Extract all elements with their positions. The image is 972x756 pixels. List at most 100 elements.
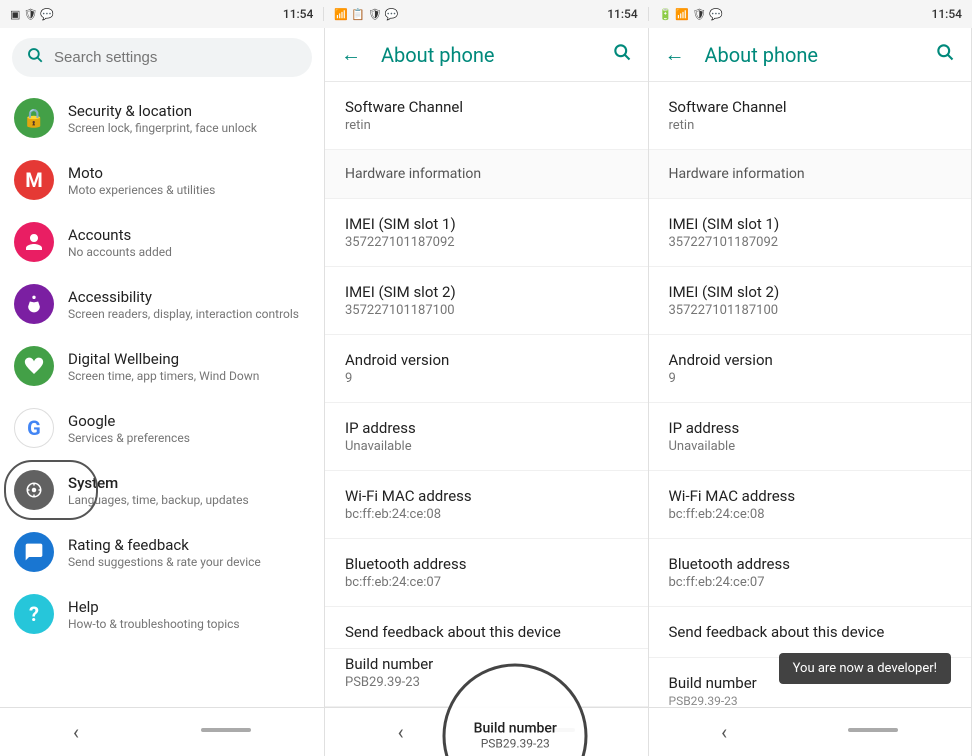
build-circle-value: PSB29.39-23 [481, 737, 550, 751]
battery-icon: 🔋 [659, 8, 673, 21]
about-title-right: About phone [705, 43, 936, 67]
rating-title: Rating & feedback [68, 536, 310, 554]
ip-address-value-r: Unavailable [669, 439, 952, 454]
send-feedback-right[interactable]: Send feedback about this device [649, 607, 972, 658]
wifi-mac-middle[interactable]: Wi-Fi MAC address bc:ff:eb:24:ce:08 [325, 471, 648, 539]
send-feedback-title-r: Send feedback about this device [669, 623, 952, 641]
build-number-middle[interactable]: Build number PSB29.39-23 Build number PS… [325, 649, 648, 707]
android-version-middle[interactable]: Android version 9 [325, 335, 648, 403]
bluetooth-value-m: bc:ff:eb:24:ce:07 [345, 575, 628, 590]
bluetooth-title-m: Bluetooth address [345, 555, 628, 573]
send-feedback-title-m: Send feedback about this device [345, 623, 628, 641]
help-icon: ? [14, 594, 54, 634]
msg-icon-mid: 💬 [385, 8, 399, 21]
status-time-left: 11:54 [283, 7, 313, 21]
imei2-middle[interactable]: IMEI (SIM slot 2) 357227101187100 [325, 267, 648, 335]
settings-panel: 🔒 Security & location Screen lock, finge… [0, 28, 325, 756]
status-section-right: 🔋 📶 🛡 💬 11:54 [649, 7, 972, 21]
shield-icon-right: 🛡 [692, 8, 706, 21]
ip-address-right[interactable]: IP address Unavailable [649, 403, 972, 471]
android-version-title-r: Android version [669, 351, 952, 369]
msg-icon-right: 💬 [709, 8, 723, 21]
status-section-middle: 📶 📋 🛡 💬 11:54 [323, 7, 648, 21]
android-version-value-r: 9 [669, 371, 952, 386]
security-icon: 🔒 [14, 98, 54, 138]
accessibility-subtitle: Screen readers, display, interaction con… [68, 307, 310, 321]
imei2-right[interactable]: IMEI (SIM slot 2) 357227101187100 [649, 267, 972, 335]
security-subtitle: Screen lock, fingerprint, face unlock [68, 121, 310, 135]
back-button-right[interactable]: ← [665, 42, 685, 67]
build-circle-title: Build number [474, 721, 557, 737]
system-title: System [68, 474, 310, 492]
nav-back-btn-right[interactable]: ‹ [721, 720, 727, 744]
sidebar-item-moto[interactable]: M Moto Moto experiences & utilities [0, 149, 324, 211]
about-panel-right: ← About phone Software Channel retin Har… [649, 28, 972, 756]
google-title: Google [68, 412, 310, 430]
sidebar-item-accessibility[interactable]: Accessibility Screen readers, display, i… [0, 273, 324, 335]
google-subtitle: Services & preferences [68, 431, 310, 445]
software-channel-value-r: retin [669, 118, 952, 133]
shield-icon-mid: 🛡 [368, 8, 382, 21]
accessibility-icon [14, 284, 54, 324]
moto-title: Moto [68, 164, 310, 182]
build-number-title-m: Build number [345, 655, 433, 673]
search-button-middle[interactable] [612, 42, 632, 67]
rating-subtitle: Send suggestions & rate your device [68, 555, 310, 569]
imei1-value-r: 357227101187092 [669, 235, 952, 250]
bluetooth-middle[interactable]: Bluetooth address bc:ff:eb:24:ce:07 [325, 539, 648, 607]
search-bar[interactable] [12, 38, 312, 77]
imei1-middle[interactable]: IMEI (SIM slot 1) 357227101187092 [325, 199, 648, 267]
sidebar-item-help[interactable]: ? Help How-to & troubleshooting topics [0, 583, 324, 645]
sidebar-item-google[interactable]: G Google Services & preferences [0, 397, 324, 459]
accounts-title: Accounts [68, 226, 310, 244]
wifi-mac-right[interactable]: Wi-Fi MAC address bc:ff:eb:24:ce:08 [649, 471, 972, 539]
moto-icon: M [14, 160, 54, 200]
software-channel-middle[interactable]: Software Channel retin [325, 82, 648, 150]
about-title-middle: About phone [381, 43, 612, 67]
about-header-right: ← About phone [649, 28, 972, 82]
moto-subtitle: Moto experiences & utilities [68, 183, 310, 197]
notification-icon: ▣ [10, 8, 20, 21]
software-channel-right[interactable]: Software Channel retin [649, 82, 972, 150]
back-button-middle[interactable]: ← [341, 42, 361, 67]
imei1-right[interactable]: IMEI (SIM slot 1) 357227101187092 [649, 199, 972, 267]
wifi-mac-value-m: bc:ff:eb:24:ce:08 [345, 507, 628, 522]
nav-back-btn[interactable]: ‹ [73, 720, 79, 744]
google-text: Google Services & preferences [68, 412, 310, 445]
status-icons-right: 🔋 📶 🛡 💬 [659, 8, 723, 21]
software-channel-title-m: Software Channel [345, 98, 628, 116]
wifi-mac-title-m: Wi-Fi MAC address [345, 487, 628, 505]
digitalwellbeing-subtitle: Screen time, app timers, Wind Down [68, 369, 310, 383]
accounts-icon [14, 222, 54, 262]
sim-icon: 📋 [351, 8, 365, 21]
sidebar-item-digitalwellbeing[interactable]: Digital Wellbeing Screen time, app timer… [0, 335, 324, 397]
security-title: Security & location [68, 102, 310, 120]
accessibility-title: Accessibility [68, 288, 310, 306]
sidebar-item-security[interactable]: 🔒 Security & location Screen lock, finge… [0, 87, 324, 149]
hardware-info-middle: Hardware information [325, 150, 648, 199]
rating-icon [14, 532, 54, 572]
sidebar-item-accounts[interactable]: Accounts No accounts added [0, 211, 324, 273]
nav-back-btn-mid[interactable]: ‹ [398, 720, 404, 744]
sidebar-item-rating[interactable]: Rating & feedback Send suggestions & rat… [0, 521, 324, 583]
android-version-right[interactable]: Android version 9 [649, 335, 972, 403]
status-bar: ▣ 🛡 💬 11:54 📶 📋 🛡 💬 11:54 🔋 📶 🛡 💬 11:54 [0, 0, 972, 28]
search-input[interactable] [54, 49, 298, 66]
wifi-mac-title-r: Wi-Fi MAC address [669, 487, 952, 505]
sidebar-item-system[interactable]: System Languages, time, backup, updates [0, 459, 324, 521]
ip-address-value-m: Unavailable [345, 439, 628, 454]
bluetooth-right[interactable]: Bluetooth address bc:ff:eb:24:ce:07 [649, 539, 972, 607]
software-channel-value-m: retin [345, 118, 628, 133]
wifi-mac-value-r: bc:ff:eb:24:ce:08 [669, 507, 952, 522]
digitalwellbeing-title: Digital Wellbeing [68, 350, 310, 368]
send-feedback-middle[interactable]: Send feedback about this device [325, 607, 648, 649]
search-button-right[interactable] [935, 42, 955, 67]
nav-home-indicator [201, 728, 251, 732]
ip-address-middle[interactable]: IP address Unavailable [325, 403, 648, 471]
imei2-value-m: 357227101187100 [345, 303, 628, 318]
hardware-info-title-m: Hardware information [345, 166, 628, 182]
message-icon: 💬 [40, 8, 54, 21]
help-subtitle: How-to & troubleshooting topics [68, 617, 310, 631]
about-header-middle: ← About phone [325, 28, 648, 82]
imei1-value-m: 357227101187092 [345, 235, 628, 250]
